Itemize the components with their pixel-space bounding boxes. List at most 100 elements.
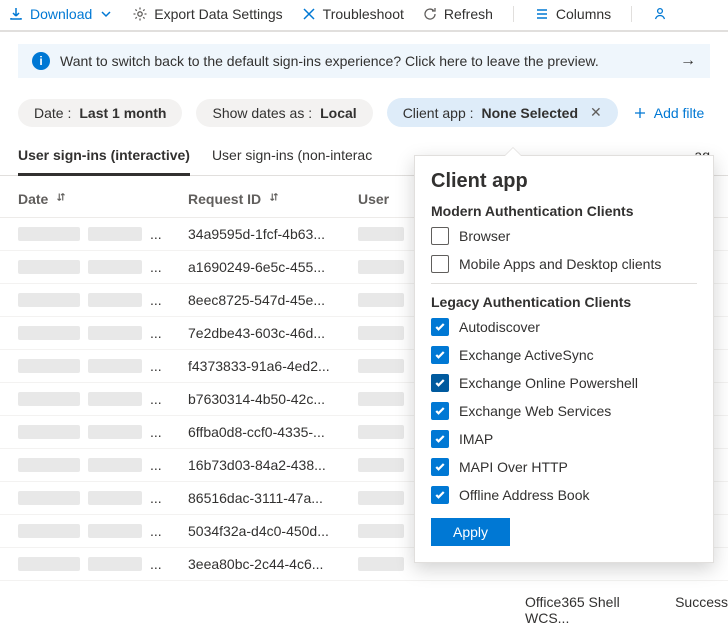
checkbox-box — [431, 374, 449, 392]
cell-date: ... — [18, 490, 188, 506]
cell-request: f4373833-91a6-4ed2... — [188, 358, 358, 374]
checkbox-box — [431, 227, 449, 245]
close-icon[interactable]: ✕ — [590, 104, 602, 121]
checkbox-offline-address-book[interactable]: Offline Address Book — [431, 486, 697, 504]
person-icon — [652, 6, 668, 22]
gear-icon — [132, 6, 148, 22]
checkbox-label: Offline Address Book — [459, 487, 589, 503]
cell-request: 3eea80bc-2c44-4c6... — [188, 556, 358, 572]
add-filter-label: Add filte — [654, 105, 705, 121]
cell-date: ... — [18, 259, 188, 275]
checkbox-box — [431, 318, 449, 336]
popover-title: Client app — [431, 170, 697, 193]
cell-date: ... — [18, 292, 188, 308]
cell-request: 86516dac-3111-47a... — [188, 490, 358, 506]
col-date-label: Date — [18, 191, 48, 207]
checkbox-label: MAPI Over HTTP — [459, 459, 568, 475]
col-request-header[interactable]: Request ID — [188, 190, 358, 207]
checkbox-mapi-over-http[interactable]: MAPI Over HTTP — [431, 458, 697, 476]
banner-text: Want to switch back to the default sign-… — [60, 53, 599, 69]
filter-clientapp-pre: Client app : — [403, 105, 474, 121]
add-filter-button[interactable]: Add filte — [632, 105, 705, 121]
filter-showdates-pre: Show dates as : — [212, 105, 312, 121]
separator — [513, 6, 514, 22]
cell-date: ... — [18, 457, 188, 473]
checkbox-box — [431, 346, 449, 364]
troubleshoot-icon — [301, 6, 317, 22]
checkbox-mobile-apps-and-desktop-clients[interactable]: Mobile Apps and Desktop clients — [431, 255, 697, 273]
export-settings-button[interactable]: Export Data Settings — [132, 6, 282, 22]
checkbox-box — [431, 458, 449, 476]
arrow-right-icon: → — [680, 52, 696, 70]
columns-button[interactable]: Columns — [534, 6, 611, 22]
filter-date-val: Last 1 month — [79, 105, 166, 121]
checkbox-label: Exchange ActiveSync — [459, 347, 594, 363]
export-label: Export Data Settings — [154, 6, 282, 22]
cell-request: a1690249-6e5c-455... — [188, 259, 358, 275]
peek-app: Office365 Shell WCS... — [525, 594, 647, 626]
preview-banner[interactable]: i Want to switch back to the default sig… — [18, 44, 710, 78]
checkbox-exchange-activesync[interactable]: Exchange ActiveSync — [431, 346, 697, 364]
peek-status: Success — [675, 594, 728, 626]
checkbox-label: Exchange Web Services — [459, 403, 611, 419]
cell-request: 7e2dbe43-603c-46d... — [188, 325, 358, 341]
apply-button[interactable]: Apply — [431, 518, 510, 546]
col-request-label: Request ID — [188, 191, 261, 207]
filter-showdates-val: Local — [320, 105, 357, 121]
cell-request: 6ffba0d8-ccf0-4335-... — [188, 424, 358, 440]
filter-clientapp-val: None Selected — [482, 105, 578, 121]
cell-date: ... — [18, 523, 188, 539]
checkbox-label: Autodiscover — [459, 319, 540, 335]
cell-date: ... — [18, 556, 188, 572]
checkbox-exchange-web-services[interactable]: Exchange Web Services — [431, 402, 697, 420]
refresh-label: Refresh — [444, 6, 493, 22]
filter-clientapp[interactable]: Client app : None Selected ✕ — [387, 98, 618, 127]
checkbox-box — [431, 430, 449, 448]
overflow-button[interactable] — [652, 6, 668, 22]
cell-request: 16b73d03-84a2-438... — [188, 457, 358, 473]
tab-noninteractive[interactable]: User sign-ins (non-interac — [212, 141, 372, 175]
checkbox-autodiscover[interactable]: Autodiscover — [431, 318, 697, 336]
troubleshoot-button[interactable]: Troubleshoot — [301, 6, 404, 22]
cell-request: b7630314-4b50-42c... — [188, 391, 358, 407]
col-user-label: User — [358, 191, 389, 207]
download-button[interactable]: Download — [8, 6, 114, 22]
filter-row: Date : Last 1 month Show dates as : Loca… — [0, 78, 728, 133]
divider — [431, 283, 697, 284]
download-label: Download — [30, 6, 92, 22]
troubleshoot-label: Troubleshoot — [323, 6, 404, 22]
checkbox-box — [431, 486, 449, 504]
legacy-header: Legacy Authentication Clients — [431, 294, 697, 310]
checkbox-imap[interactable]: IMAP — [431, 430, 697, 448]
columns-label: Columns — [556, 6, 611, 22]
col-date-header[interactable]: Date — [18, 190, 188, 207]
chevron-down-icon — [98, 6, 114, 22]
cell-date: ... — [18, 424, 188, 440]
command-bar: Download Export Data Settings Troublesho… — [0, 0, 728, 32]
checkbox-exchange-online-powershell[interactable]: Exchange Online Powershell — [431, 374, 697, 392]
tab-interactive[interactable]: User sign-ins (interactive) — [18, 141, 190, 176]
legacy-list: Autodiscover Exchange ActiveSync Exchange … — [431, 318, 697, 504]
checkbox-box — [431, 255, 449, 273]
cell-request: 34a9595d-1fcf-4b63... — [188, 226, 358, 242]
filter-date-pre: Date : — [34, 105, 71, 121]
filter-date[interactable]: Date : Last 1 month — [18, 99, 182, 127]
checkbox-box — [431, 402, 449, 420]
refresh-button[interactable]: Refresh — [422, 6, 493, 22]
checkbox-label: Browser — [459, 228, 510, 244]
cell-date: ... — [18, 358, 188, 374]
separator — [631, 6, 632, 22]
cell-date: ... — [18, 391, 188, 407]
cell-date: ... — [18, 325, 188, 341]
checkbox-label: Exchange Online Powershell — [459, 375, 638, 391]
refresh-icon — [422, 6, 438, 22]
checkbox-label: IMAP — [459, 431, 493, 447]
checkbox-browser[interactable]: Browser — [431, 227, 697, 245]
download-icon — [8, 6, 24, 22]
filter-showdates[interactable]: Show dates as : Local — [196, 99, 372, 127]
cell-request: 5034f32a-d4c0-450d... — [188, 523, 358, 539]
columns-icon — [534, 6, 550, 22]
cell-request: 8eec8725-547d-45e... — [188, 292, 358, 308]
clientapp-popover: Client app Modern Authentication Clients… — [414, 155, 714, 563]
cell-date: ... — [18, 226, 188, 242]
